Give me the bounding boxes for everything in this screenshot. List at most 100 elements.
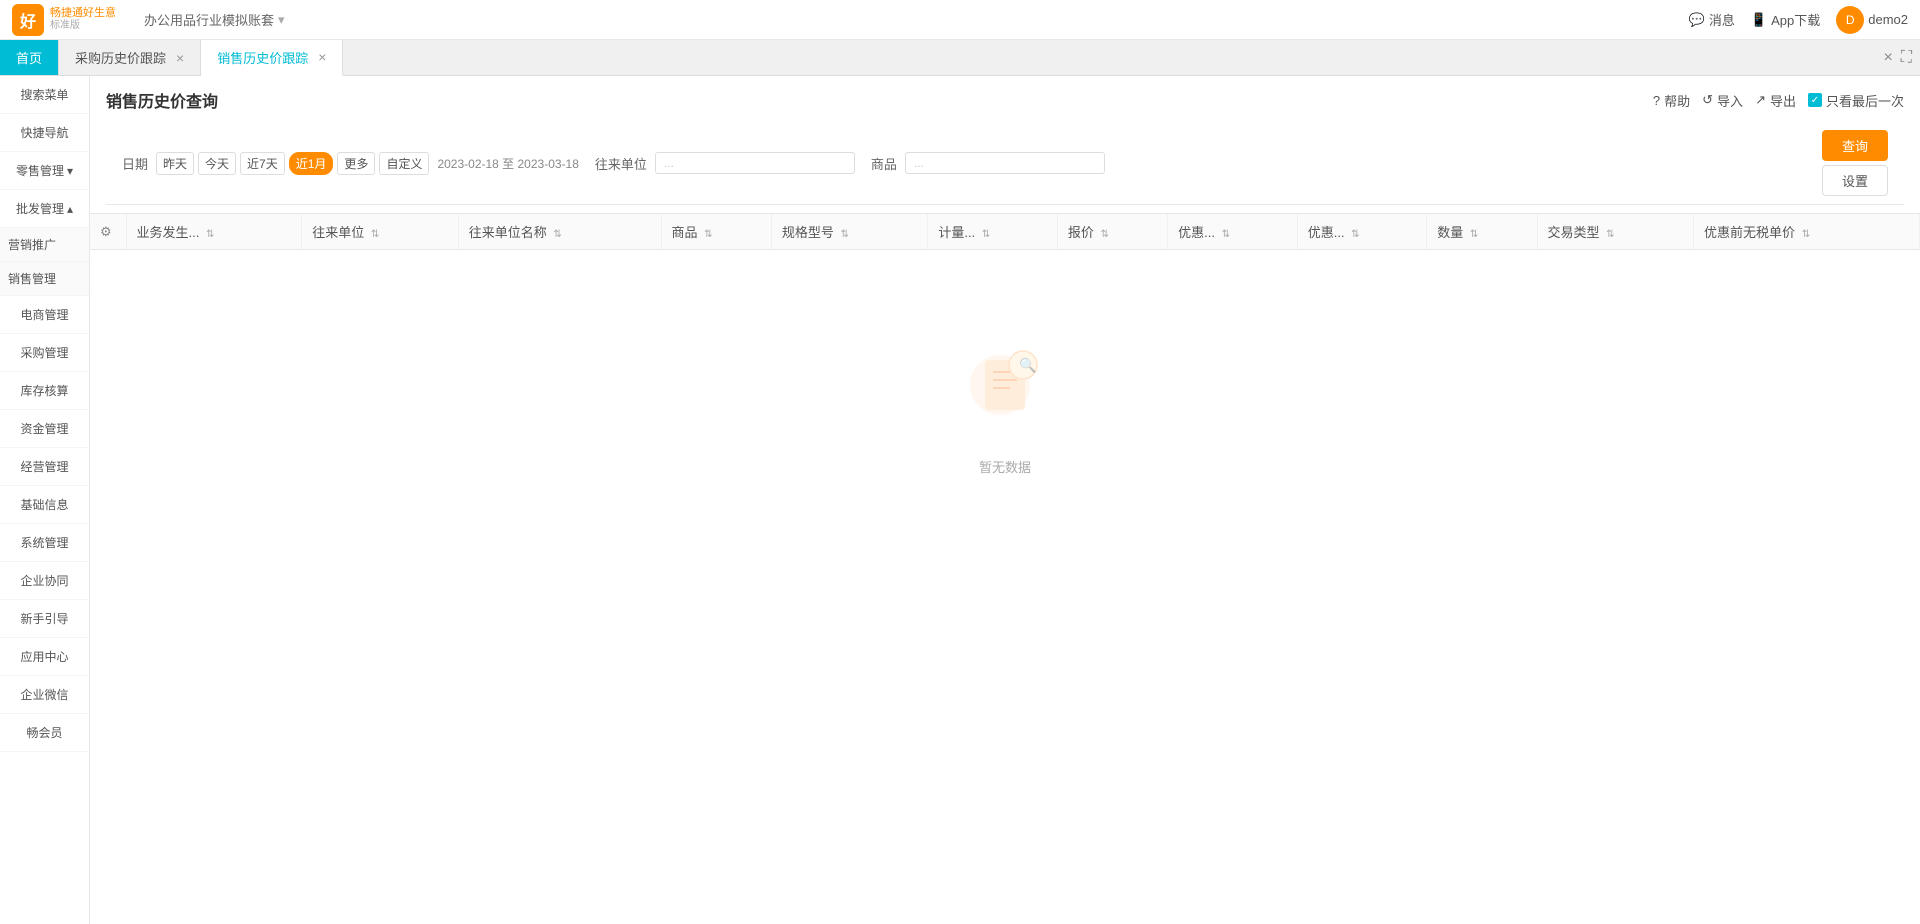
sort-icon-spec: ⇅ [840,229,848,240]
sidebar-item-basic-info[interactable]: 基础信息 [0,486,89,524]
dropdown-arrow-icon[interactable]: ▾ [278,12,285,28]
date-btn-custom[interactable]: 自定义 [379,152,429,175]
chevron-down-icon: ▾ [67,164,73,178]
date-btn-today[interactable]: 今天 [198,152,236,175]
only-last-checkbox[interactable]: ✓ [1808,93,1822,107]
sidebar-item-inventory[interactable]: 库存核算 [0,372,89,410]
import-icon: ↺ [1702,92,1713,108]
tab-bar-actions: × ⛶ [1875,40,1920,75]
export-icon: ↗ [1755,92,1766,108]
page-title-row: 销售历史价查询 ? 帮助 ↺ 导入 ↗ 导出 ✓ [106,88,1904,112]
page-header: 销售历史价查询 ? 帮助 ↺ 导入 ↗ 导出 ✓ [90,76,1920,214]
goods-label: 商品 [871,154,897,173]
message-icon: 💬 [1689,12,1705,28]
logo-area: 好 畅捷通好生意 标准版 [12,4,116,36]
table-header-goods[interactable]: 商品 ⇅ [661,214,771,250]
table-header-unit[interactable]: 计量... ⇅ [928,214,1058,250]
sidebar-item-search-menu[interactable]: 搜索菜单 [0,76,89,114]
top-bar-left: 好 畅捷通好生意 标准版 办公用品行业模拟账套 ▾ [12,4,285,36]
export-button[interactable]: ↗ 导出 [1755,91,1796,110]
tab-purchase-history[interactable]: 采购历史价跟踪 × [59,40,201,75]
settings-button[interactable]: 设置 [1822,165,1888,196]
date-buttons: 昨天 今天 近7天 近1月 更多 自定义 [156,152,429,175]
sort-icon-trade-type: ⇅ [1606,229,1614,240]
table-header-settings[interactable]: ⚙ [90,214,126,250]
page-title: 销售历史价查询 [106,88,218,112]
table-settings-icon[interactable]: ⚙ [100,224,112,239]
chevron-up-icon: ▴ [67,202,73,216]
table-header-quantity[interactable]: 数量 ⇅ [1427,214,1537,250]
table-header-spec[interactable]: 规格型号 ⇅ [771,214,928,250]
sort-icon-biz-date: ⇅ [206,229,214,240]
data-table: ⚙ 业务发生... ⇅ 往来单位 ⇅ 往来单位名称 ⇅ [90,214,1920,250]
table-header-partner-name[interactable]: 往来单位名称 ⇅ [458,214,661,250]
sidebar-item-purchase-mgmt[interactable]: 采购管理 [0,334,89,372]
sidebar-item-wholesale-mgmt[interactable]: 批发管理 ▴ [0,190,89,228]
date-btn-more[interactable]: 更多 [337,152,375,175]
table-header-biz-date[interactable]: 业务发生... ⇅ [126,214,302,250]
empty-state: 🔍 暂无数据 [90,250,1920,556]
logo-text: 畅捷通好生意 标准版 [50,7,116,32]
table-header-partner-code[interactable]: 往来单位 ⇅ [302,214,459,250]
svg-text:🔍: 🔍 [1019,356,1036,374]
table-header-price[interactable]: 报价 ⇅ [1057,214,1167,250]
tab-sales-history[interactable]: 销售历史价跟踪 × [201,40,343,76]
sidebar-item-new-user-guide[interactable]: 新手引导 [0,600,89,638]
close-all-tabs-button[interactable]: × [1883,49,1892,67]
partner-input[interactable]: ... [655,152,855,174]
close-purchase-tab-button[interactable]: × [176,50,184,66]
top-bar-title: 办公用品行业模拟账套 ▾ [144,10,285,29]
logo-icon: 好 [12,4,44,36]
table-header-trade-type[interactable]: 交易类型 ⇅ [1537,214,1694,250]
sidebar-item-sales-mgmt[interactable]: 销售管理 [0,262,89,296]
sidebar-item-enterprise-wechat[interactable]: 企业微信 [0,676,89,714]
sidebar-item-system-mgmt[interactable]: 系统管理 [0,524,89,562]
sidebar-item-quick-nav[interactable]: 快捷导航 [0,114,89,152]
empty-illustration: 🔍 [955,330,1055,449]
partner-filter-group: 往来单位 ... [595,152,855,174]
sidebar-item-ecom-mgmt[interactable]: 电商管理 [0,296,89,334]
sidebar-item-enterprise-collab[interactable]: 企业协同 [0,562,89,600]
help-button[interactable]: ? 帮助 [1653,91,1690,110]
sidebar-item-operations-mgmt[interactable]: 经营管理 [0,448,89,486]
empty-text: 暂无数据 [979,457,1031,476]
fullscreen-button[interactable]: ⛶ [1901,49,1912,67]
user-avatar[interactable]: D demo2 [1836,6,1908,34]
sidebar-item-finance-mgmt[interactable]: 资金管理 [0,410,89,448]
sort-icon-discount2: ⇅ [1351,229,1359,240]
table-header-pretax-price[interactable]: 优惠前无税单价 ⇅ [1694,214,1920,250]
query-button[interactable]: 查询 [1822,130,1888,161]
date-btn-7days[interactable]: 近7天 [240,152,285,175]
tab-bar: 首页 采购历史价跟踪 × 销售历史价跟踪 × × ⛶ [0,40,1920,76]
sidebar-item-retail-mgmt[interactable]: 零售管理 ▾ [0,152,89,190]
date-range-text: 2023-02-18 至 2023-03-18 [437,155,578,172]
messages-button[interactable]: 💬 消息 [1689,10,1735,29]
table-container: ⚙ 业务发生... ⇅ 往来单位 ⇅ 往来单位名称 ⇅ [90,214,1920,924]
date-btn-1month[interactable]: 近1月 [289,152,334,175]
content-area: 销售历史价查询 ? 帮助 ↺ 导入 ↗ 导出 ✓ [90,76,1920,924]
top-bar-right: 💬 消息 📱 App下载 D demo2 [1689,6,1908,34]
import-button[interactable]: ↺ 导入 [1702,91,1743,110]
tab-home[interactable]: 首页 [0,40,59,75]
table-header-discount2[interactable]: 优惠... ⇅ [1297,214,1427,250]
filter-bar: 日期 昨天 今天 近7天 近1月 更多 自定义 2023-02-18 至 202… [106,122,1904,205]
goods-input[interactable]: ... [905,152,1105,174]
sidebar-item-marketing[interactable]: 营销推广 [0,228,89,262]
sidebar-item-member[interactable]: 畅会员 [0,714,89,752]
date-filter-group: 日期 昨天 今天 近7天 近1月 更多 自定义 2023-02-18 至 202… [122,152,579,175]
sidebar-item-app-center[interactable]: 应用中心 [0,638,89,676]
table-header-discount1[interactable]: 优惠... ⇅ [1168,214,1298,250]
close-sales-tab-button[interactable]: × [318,49,326,65]
date-btn-yesterday[interactable]: 昨天 [156,152,194,175]
sort-icon-partner-code: ⇅ [371,229,379,240]
main-layout: 搜索菜单 快捷导航 零售管理 ▾ 批发管理 ▴ 营销推广 销售管理 电商管理 采 [0,76,1920,924]
sort-icon-pretax-price: ⇅ [1802,229,1810,240]
sort-icon-price: ⇅ [1101,229,1109,240]
help-icon: ? [1653,93,1660,108]
partner-label: 往来单位 [595,154,647,173]
goods-filter-group: 商品 ... [871,152,1105,174]
app-download-button[interactable]: 📱 App下载 [1751,10,1820,29]
only-last-checkbox-label[interactable]: ✓ 只看最后一次 [1808,91,1904,110]
page-actions: ? 帮助 ↺ 导入 ↗ 导出 ✓ 只看最后一次 [1653,91,1904,110]
sort-icon-quantity: ⇅ [1470,229,1478,240]
